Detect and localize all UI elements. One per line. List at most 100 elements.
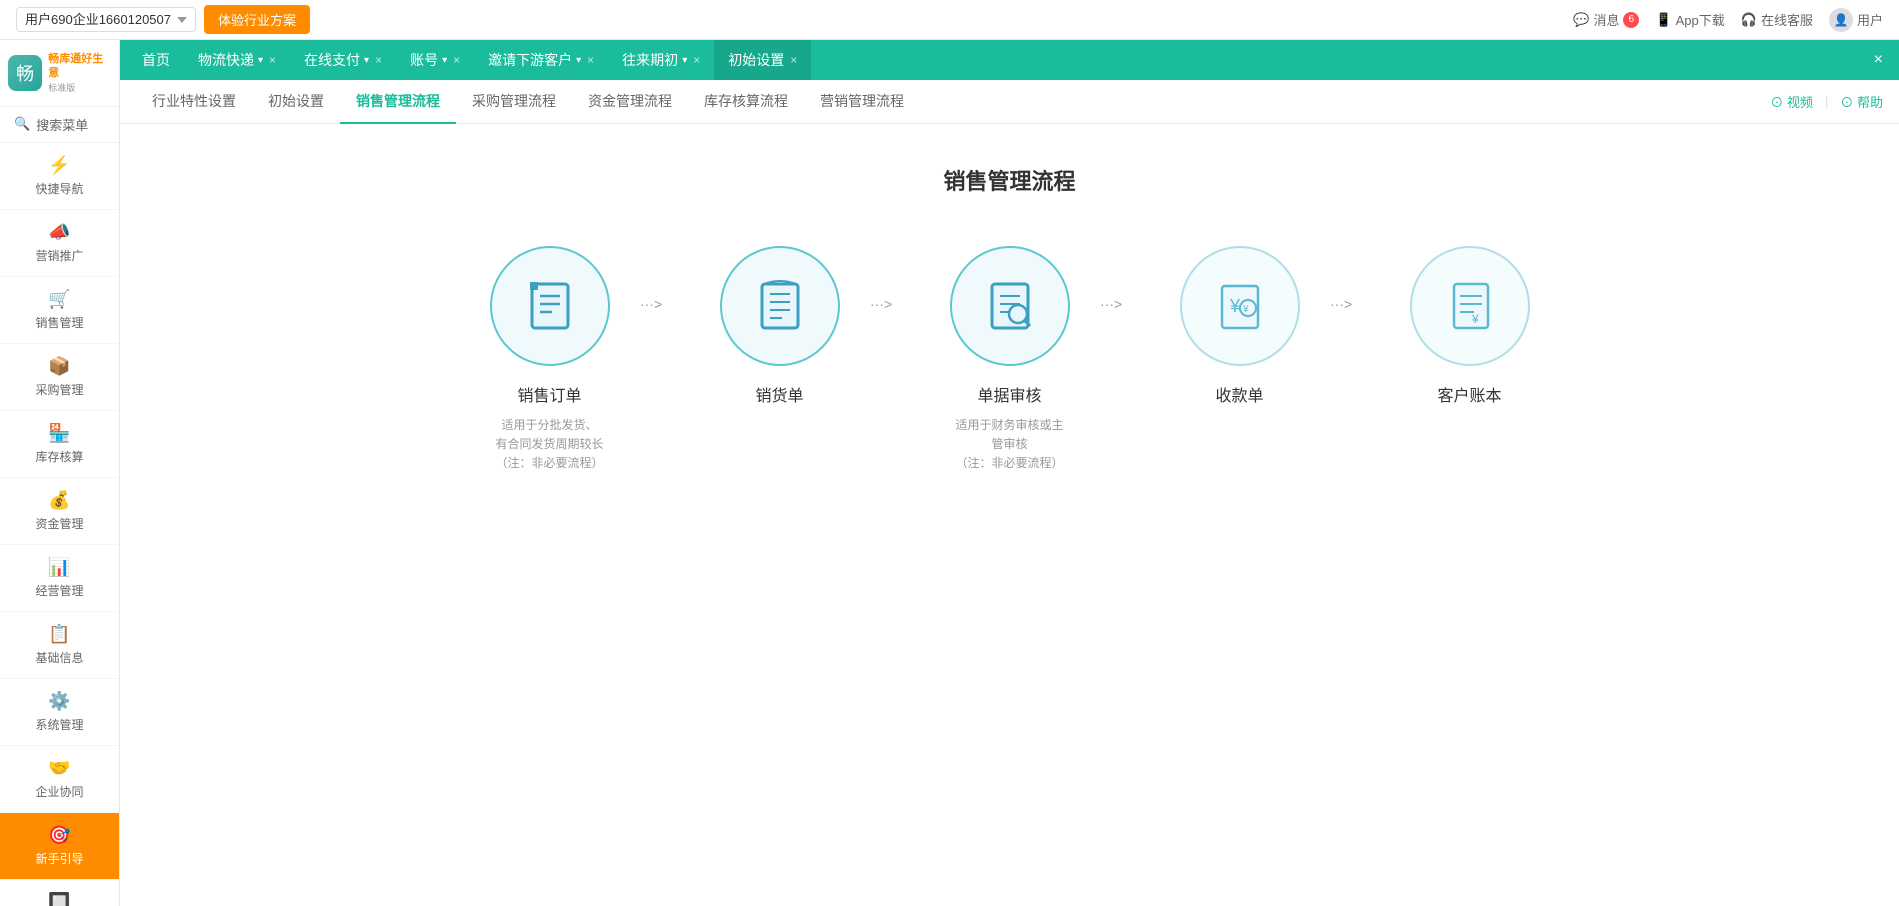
- flow-step-doc-audit[interactable]: 单据审核 适用于财务审核或主管审核（注：非必要流程）: [920, 246, 1100, 474]
- sub-tab-purchase-flow[interactable]: 采购管理流程: [456, 80, 572, 124]
- sidebar-item-purchase-mgmt[interactable]: 📦 采购管理: [0, 344, 119, 411]
- sidebar-item-label: 企业协同: [35, 783, 83, 800]
- sub-tab-label: 库存核算流程: [704, 91, 788, 111]
- trial-btn[interactable]: 体验行业方案: [204, 5, 310, 34]
- finance-mgmt-icon: 💰: [48, 490, 70, 511]
- sub-tab-finance-flow[interactable]: 资金管理流程: [572, 80, 688, 124]
- svg-text:···>: ···>: [640, 296, 662, 312]
- message-label: 消息: [1593, 10, 1619, 29]
- svg-text:¥: ¥: [1242, 304, 1249, 315]
- sidebar-logo: 畅 畅库通好生意 标准版: [0, 40, 119, 107]
- nav-tab-account[interactable]: 账号 ▾ ×: [396, 40, 474, 80]
- main-layout: 畅 畅库通好生意 标准版 🔍 搜索菜单 ⚡ 快捷导航 📣 营销推广 🛒 销售管理…: [0, 40, 1899, 906]
- sidebar-item-marketing-promo[interactable]: 📣 营销推广: [0, 210, 119, 277]
- nav-tab-invite-customer[interactable]: 邀请下游客户 ▾ ×: [474, 40, 608, 80]
- flow-circle-sales-order: [490, 246, 610, 366]
- sub-tab-sales-flow[interactable]: 销售管理流程: [340, 80, 456, 124]
- sub-tab-inventory-calc[interactable]: 库存核算流程: [688, 80, 804, 124]
- sub-tab-label: 采购管理流程: [472, 91, 556, 111]
- top-bar-left: 用户690企业1660120507 体验行业方案: [16, 5, 310, 34]
- close-icon[interactable]: ×: [375, 53, 382, 67]
- sidebar-item-new-guide[interactable]: 🎯 新手引导: [0, 813, 119, 880]
- sub-tab-label: 行业特性设置: [152, 91, 236, 111]
- close-icon[interactable]: ×: [269, 53, 276, 67]
- sidebar-item-sales-mgmt[interactable]: 🛒 销售管理: [0, 277, 119, 344]
- message-icon: 💬: [1573, 12, 1589, 28]
- enterprise-collab-icon: 🤝: [48, 758, 70, 779]
- chevron-down-icon: ▾: [442, 55, 447, 66]
- nav-tab-past-period-label: 往来期初: [622, 50, 678, 70]
- flow-circle-sales-delivery: [720, 246, 840, 366]
- sidebar-item-label: 采购管理: [35, 381, 83, 398]
- chevron-down-icon: ▾: [576, 55, 581, 66]
- purchase-mgmt-icon: 📦: [48, 356, 70, 377]
- flow-step-label: 收款单: [1215, 382, 1263, 406]
- search-label: 搜索菜单: [36, 115, 88, 134]
- logo-text: 畅库通好生意: [48, 52, 111, 81]
- chevron-down-icon: ▾: [258, 55, 263, 66]
- close-icon[interactable]: ×: [790, 53, 797, 67]
- help-link[interactable]: ⊙ 帮助: [1840, 92, 1883, 111]
- sidebar-item-inventory[interactable]: 🏪 库存核算: [0, 411, 119, 478]
- svg-text:···>: ···>: [870, 296, 892, 312]
- sidebar-item-basic-info[interactable]: 📋 基础信息: [0, 612, 119, 679]
- sidebar-item-label: 新手引导: [35, 850, 83, 867]
- sidebar-item-app-center[interactable]: 🔲 应用中心: [0, 880, 119, 906]
- new-guide-icon: 🎯: [48, 825, 70, 846]
- flow-step-sales-order[interactable]: 销售订单 适用于分批发货、有合同发货周期较长（注：非必要流程）: [460, 246, 640, 474]
- user-item[interactable]: 👤 用户: [1829, 8, 1883, 32]
- nav-tab-initial-setup[interactable]: 初始设置 ×: [714, 40, 811, 80]
- sub-tab-industry-settings[interactable]: 行业特性设置: [136, 80, 252, 124]
- flow-step-label: 客户账本: [1437, 382, 1501, 406]
- close-all-tabs[interactable]: ×: [1866, 51, 1891, 69]
- user-selector[interactable]: 用户690企业1660120507: [16, 7, 196, 32]
- sidebar-item-finance-mgmt[interactable]: 💰 资金管理: [0, 478, 119, 545]
- nav-tab-invite-customer-label: 邀请下游客户: [488, 50, 572, 70]
- flow-arrow-4: ···>: [1330, 246, 1380, 314]
- content-area: 首页 物流快递 ▾ × 在线支付 ▾ × 账号 ▾ × 邀请下游客户 ▾ ×: [120, 40, 1899, 906]
- sub-tab-right-actions: ⊙ 视频 | ⊙ 帮助: [1770, 92, 1883, 111]
- sub-tab-initial-setup[interactable]: 初始设置: [252, 80, 340, 124]
- sidebar-item-system-mgmt[interactable]: ⚙️ 系统管理: [0, 679, 119, 746]
- marketing-promo-icon: 📣: [48, 222, 70, 243]
- flow-step-desc: 适用于财务审核或主管审核（注：非必要流程）: [955, 416, 1063, 474]
- inventory-icon: 🏪: [48, 423, 70, 444]
- flow-step-receipt[interactable]: ¥ ¥ 收款单: [1150, 246, 1330, 416]
- sidebar-item-enterprise-collab[interactable]: 🤝 企业协同: [0, 746, 119, 813]
- flow-arrow-2: ···>: [870, 246, 920, 314]
- app-center-icon: 🔲: [48, 892, 70, 906]
- sidebar: 畅 畅库通好生意 标准版 🔍 搜索菜单 ⚡ 快捷导航 📣 营销推广 🛒 销售管理…: [0, 40, 120, 906]
- nav-tab-past-period[interactable]: 往来期初 ▾ ×: [608, 40, 714, 80]
- sidebar-item-label: 销售管理: [35, 314, 83, 331]
- nav-tab-online-pay[interactable]: 在线支付 ▾ ×: [290, 40, 396, 80]
- nav-tab-home-label: 首页: [142, 50, 170, 70]
- close-icon[interactable]: ×: [693, 53, 700, 67]
- flow-arrow-3: ···>: [1100, 246, 1150, 314]
- sidebar-item-operations-mgmt[interactable]: 📊 经营管理: [0, 545, 119, 612]
- flow-step-customer-ledger[interactable]: ¥ 客户账本: [1380, 246, 1560, 416]
- sidebar-item-label: 基础信息: [35, 649, 83, 666]
- nav-tab-home[interactable]: 首页: [128, 40, 184, 80]
- flow-circle-customer-ledger: ¥: [1410, 246, 1530, 366]
- online-service-label: 在线客服: [1761, 10, 1813, 29]
- close-icon[interactable]: ×: [453, 53, 460, 67]
- flow-step-sales-delivery[interactable]: 销货单: [690, 246, 870, 416]
- online-service-item[interactable]: 🎧 在线客服: [1741, 10, 1813, 29]
- sidebar-item-label: 资金管理: [35, 515, 83, 532]
- app-icon: 📱: [1655, 12, 1671, 28]
- app-download-item[interactable]: 📱 App下载: [1655, 10, 1724, 29]
- flow-step-label: 销货单: [755, 382, 803, 406]
- app-download-label: App下载: [1676, 10, 1725, 29]
- nav-tab-logistics[interactable]: 物流快递 ▾ ×: [184, 40, 290, 80]
- sidebar-item-label: 经营管理: [35, 582, 83, 599]
- sidebar-item-quick-nav[interactable]: ⚡ 快捷导航: [0, 143, 119, 210]
- video-link[interactable]: ⊙ 视频: [1770, 92, 1813, 111]
- sidebar-search[interactable]: 🔍 搜索菜单: [0, 107, 119, 143]
- nav-tab-online-pay-label: 在线支付: [304, 50, 360, 70]
- sidebar-item-label: 库存核算: [35, 448, 83, 465]
- messages-icon-item[interactable]: 💬 消息 6: [1573, 10, 1639, 29]
- close-icon[interactable]: ×: [587, 53, 594, 67]
- page-content: 销售管理流程 销售订单 适用于分批发货、有合同: [120, 124, 1899, 906]
- sub-tab-marketing-flow[interactable]: 营销管理流程: [804, 80, 920, 124]
- svg-text:···>: ···>: [1330, 296, 1352, 312]
